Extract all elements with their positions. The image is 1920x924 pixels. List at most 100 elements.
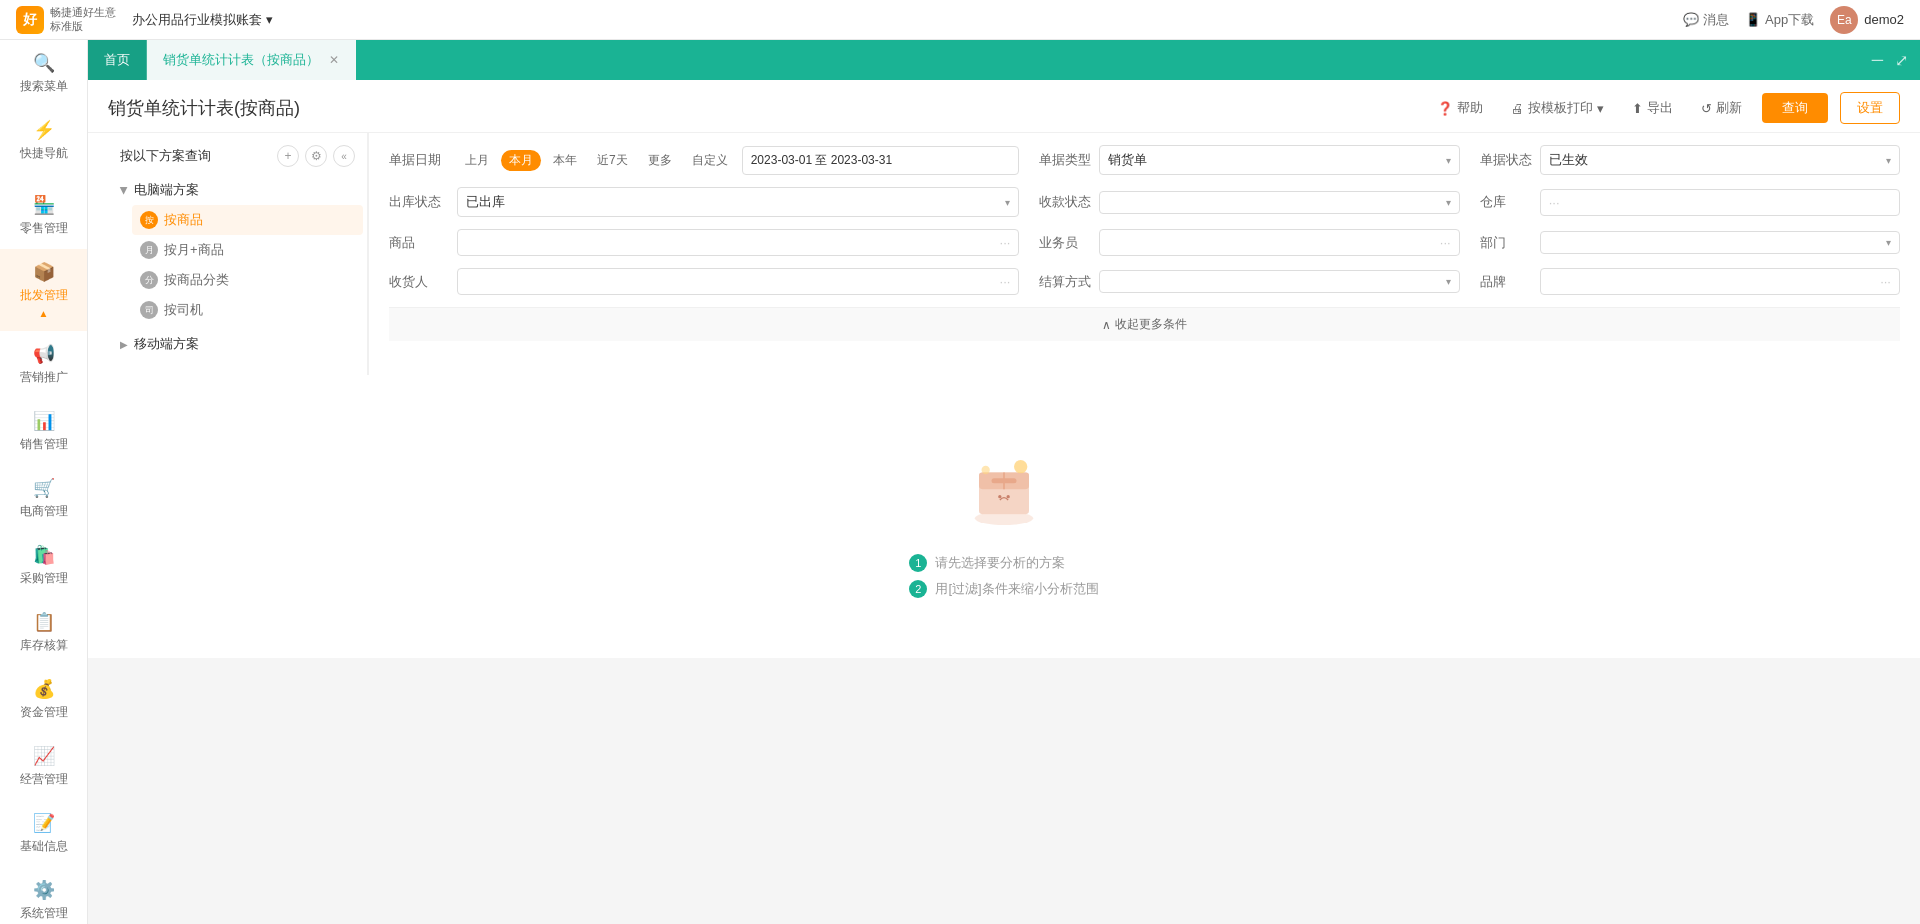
settings-button[interactable]: 设置: [1840, 92, 1900, 124]
docstatus-chevron-icon: ▾: [1886, 155, 1891, 166]
sidebar-item-basic[interactable]: 📝 基础信息: [0, 800, 87, 867]
date-pill-this-month[interactable]: 本月: [501, 150, 541, 171]
purchase-icon: 🛍️: [33, 544, 55, 566]
date-range-control[interactable]: 2023-03-01 至 2023-03-31: [742, 146, 1020, 175]
basic-icon: 📝: [33, 812, 55, 834]
help-button[interactable]: ❓ 帮助: [1429, 95, 1491, 121]
sidebar-item-sales[interactable]: 📊 销售管理: [0, 398, 87, 465]
docstatus-control[interactable]: 已生效 ▾: [1540, 145, 1900, 175]
scheme-settings-button[interactable]: ⚙: [305, 145, 327, 167]
header-actions: ❓ 帮助 🖨 按模板打印 ▾ ⬆ 导出 ↺: [1429, 92, 1900, 124]
empty-hint-1: 1 请先选择要分析的方案: [909, 554, 1098, 572]
download-action[interactable]: 📱 App下载: [1745, 11, 1814, 29]
brand-input[interactable]: ···: [1540, 268, 1900, 295]
chevron-down-icon: ▾: [266, 12, 273, 27]
scheme-panel: 按以下方案查询 + ⚙ «: [108, 133, 368, 375]
app-selector[interactable]: 办公用品行业模拟账套 ▾: [124, 7, 281, 33]
tree-child-by-driver[interactable]: 司 按司机: [132, 295, 363, 325]
sales-icon: 📊: [33, 410, 55, 432]
sidebar-item-inventory[interactable]: 📋 库存核算: [0, 599, 87, 666]
tree-child-label-driver: 按司机: [164, 301, 203, 319]
scheme-add-button[interactable]: +: [277, 145, 299, 167]
export-button[interactable]: ⬆ 导出: [1624, 95, 1681, 121]
goods-input[interactable]: ···: [457, 229, 1019, 256]
tab-home[interactable]: 首页: [88, 40, 147, 80]
date-pill-last-month[interactable]: 上月: [457, 150, 497, 171]
filter-field-docstatus: 单据状态 已生效 ▾: [1480, 145, 1900, 175]
sidebar-item-finance[interactable]: 💰 资金管理: [0, 666, 87, 733]
settle-label: 结算方式: [1039, 273, 1099, 291]
sidebar-label-operations: 经营管理: [20, 771, 68, 788]
collapse-more-button[interactable]: ∧ 收起更多条件: [389, 307, 1900, 341]
dept-chevron-icon: ▾: [1886, 237, 1891, 248]
scheme-month-icon: 月: [140, 241, 158, 259]
tree-parent-label-mobile: 移动端方案: [134, 335, 199, 353]
collect-control[interactable]: ▾: [1099, 191, 1459, 214]
filter-field-brand: 品牌 ···: [1480, 268, 1900, 295]
date-label: 单据日期: [389, 151, 449, 169]
sidebar-item-wholesale[interactable]: 📦 批发管理 ▲: [0, 249, 87, 331]
empty-hints: 1 请先选择要分析的方案 2 用[过滤]条件来缩小分析范围: [909, 554, 1098, 598]
consignee-input[interactable]: ···: [457, 268, 1019, 295]
scheme-collapse-button[interactable]: «: [333, 145, 355, 167]
filter-field-collect: 收款状态 ▾: [1039, 191, 1459, 214]
tree-child-by-category[interactable]: 分 按商品分类: [132, 265, 363, 295]
collect-chevron-icon: ▾: [1446, 197, 1451, 208]
dept-control[interactable]: ▾: [1540, 231, 1900, 254]
hint-text-2: 用[过滤]条件来缩小分析范围: [935, 580, 1098, 598]
sidebar-item-system[interactable]: ⚙️ 系统管理: [0, 867, 87, 924]
brand-dots: ···: [1880, 274, 1891, 289]
sidebar-label-finance: 资金管理: [20, 704, 68, 721]
tree-child-by-goods[interactable]: 按 按商品: [132, 205, 363, 235]
tab-maximize-icon[interactable]: ⤢: [1891, 47, 1912, 74]
tab-close-icon[interactable]: ✕: [329, 53, 339, 67]
doctype-label: 单据类型: [1039, 151, 1099, 169]
print-icon: 🖨: [1511, 101, 1524, 116]
hint-num-2: 2: [909, 580, 927, 598]
date-pill-more[interactable]: 更多: [640, 150, 680, 171]
sidebar-item-operations[interactable]: 📈 经营管理: [0, 733, 87, 800]
doctype-control[interactable]: 销货单 ▾: [1099, 145, 1459, 175]
tree-parent-desktop[interactable]: ▶ 电脑端方案: [112, 175, 363, 205]
ecommerce-icon: 🛒: [33, 477, 55, 499]
page-title: 销货单统计计表(按商品): [108, 96, 300, 120]
message-icon: 💬: [1683, 12, 1699, 27]
query-button[interactable]: 查询: [1762, 93, 1828, 123]
sidebar-item-marketing[interactable]: 📢 营销推广: [0, 331, 87, 398]
sidebar-item-quicknav[interactable]: ⚡ 快捷导航: [0, 107, 87, 174]
stock-control[interactable]: 已出库 ▾: [457, 187, 1019, 217]
date-range-value: 2023-03-01 至 2023-03-31: [751, 152, 892, 169]
tab-sales-stats[interactable]: 销货单统计计表（按商品） ✕: [147, 40, 356, 80]
refresh-button[interactable]: ↺ 刷新: [1693, 95, 1750, 121]
warehouse-control[interactable]: ···: [1540, 189, 1900, 216]
date-pill-7days[interactable]: 近7天: [589, 150, 636, 171]
sidebar-item-search[interactable]: 🔍 搜索菜单: [0, 40, 87, 107]
tab-minimize-icon[interactable]: ─: [1868, 47, 1887, 73]
logo-text: 畅捷通好生意 标准版: [50, 6, 116, 32]
message-action[interactable]: 💬 消息: [1683, 11, 1729, 29]
sidebar-label-wholesale: 批发管理: [20, 287, 68, 304]
settle-control[interactable]: ▾: [1099, 270, 1459, 293]
filter-field-warehouse: 仓库 ···: [1480, 189, 1900, 216]
tree-child-label-category: 按商品分类: [164, 271, 229, 289]
user-info[interactable]: Ea demo2: [1830, 6, 1904, 34]
finance-icon: 💰: [33, 678, 55, 700]
sidebar-item-ecommerce[interactable]: 🛒 电商管理: [0, 465, 87, 532]
sidebar-item-retail[interactable]: 🏪 零售管理: [0, 182, 87, 249]
sidebar-item-purchase[interactable]: 🛍️ 采购管理: [0, 532, 87, 599]
print-button[interactable]: 🖨 按模板打印 ▾: [1503, 95, 1612, 121]
download-icon: 📱: [1745, 12, 1761, 27]
logo-area: 好 畅捷通好生意 标准版: [16, 6, 116, 34]
date-pills: 上月 本月 本年 近7天 更多 自定义: [457, 150, 736, 171]
sidebar-label-inventory: 库存核算: [20, 637, 68, 654]
date-pill-custom[interactable]: 自定义: [684, 150, 736, 171]
stock-value: 已出库: [466, 193, 505, 211]
doctype-value: 销货单: [1108, 151, 1147, 169]
tabbar: 首页 销货单统计计表（按商品） ✕ ─ ⤢: [88, 40, 1920, 80]
tree-child-by-month-goods[interactable]: 月 按月+商品: [132, 235, 363, 265]
tree-parent-mobile[interactable]: ▶ 移动端方案: [112, 329, 363, 359]
salesperson-input[interactable]: ···: [1099, 229, 1459, 256]
refresh-icon: ↺: [1701, 101, 1712, 116]
date-pill-this-year[interactable]: 本年: [545, 150, 585, 171]
filter-field-dept: 部门 ▾: [1480, 231, 1900, 254]
